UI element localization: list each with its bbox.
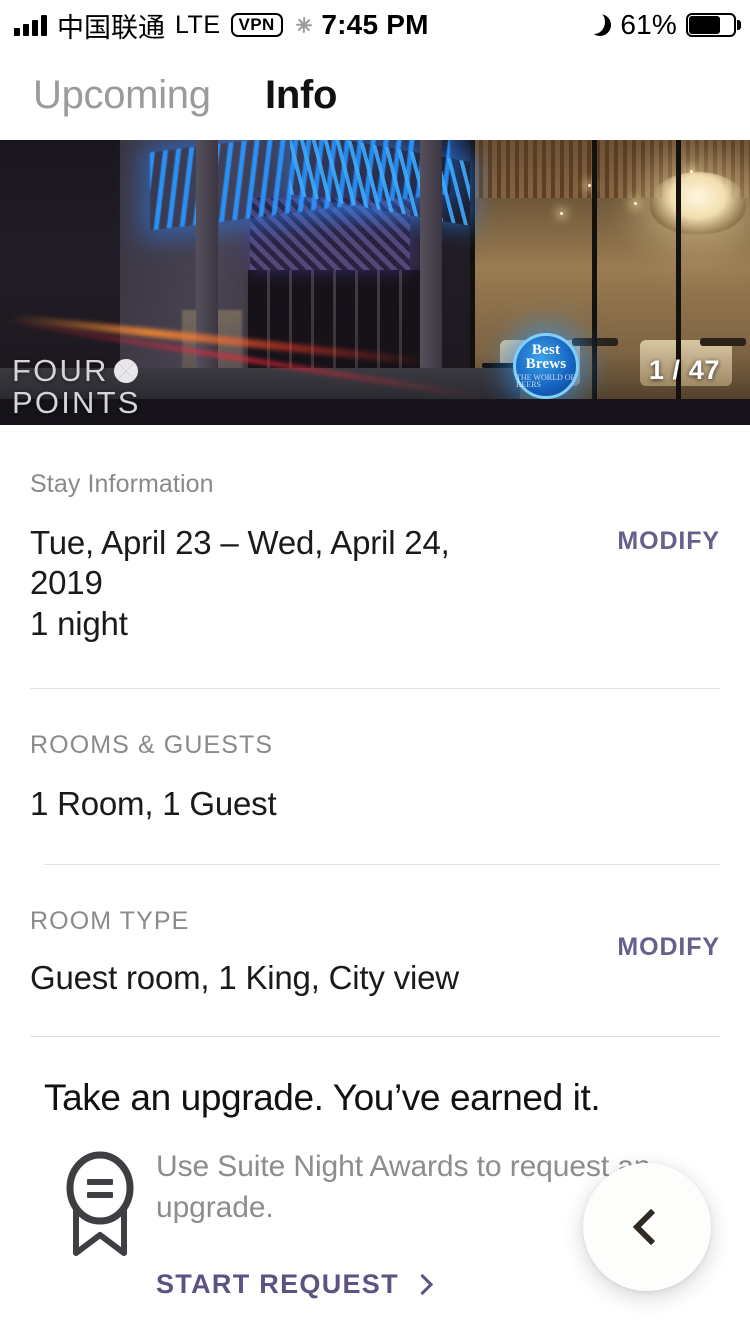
hotel-hero-image[interactable]: Best Brews THE WORLD OF BEERS FOUR POINT… [0,140,750,425]
tab-info[interactable]: Info [265,50,337,140]
modify-dates-button[interactable]: MODIFY [617,527,720,556]
photo-counter: 1 / 47 [648,355,720,385]
room-type-section: ROOM TYPE Guest room, 1 King, City view … [0,865,750,998]
four-points-logo: FOUR POINTS [12,353,143,420]
battery-percent-label: 61% [620,9,677,40]
status-bar: 中国联通 LTE VPN 7:45 PM 61% [0,0,750,50]
chevron-left-icon [632,1208,670,1246]
pinwheel-icon [108,353,143,388]
sign-line-2: Brews [525,356,567,373]
tab-upcoming[interactable]: Upcoming [33,50,211,140]
brand-line-2: POINTS [12,384,141,420]
stay-information-label: Stay Information [30,470,214,498]
tab-bar: Upcoming Info [0,50,750,180]
brand-line-1: FOUR [12,353,109,388]
room-type-label: ROOM TYPE [30,907,190,935]
clock-label: 7:45 PM [321,9,429,40]
floating-back-button[interactable] [583,1163,711,1291]
app-screen: 中国联通 LTE VPN 7:45 PM 61% Upcoming Info B… [0,0,750,1334]
status-bar-right: 61% [583,0,741,50]
moon-icon [583,10,612,36]
stay-information-section: Stay Information Tue, April 23 – Wed, Ap… [0,425,750,644]
stay-nights-value: 1 night [30,604,128,642]
sign-line-1: Best [531,342,561,359]
start-request-label: START REQUEST [156,1268,399,1299]
battery-icon [686,13,741,37]
sign-tagline: THE WORLD OF BEERS [516,372,575,390]
modify-room-type-button[interactable]: MODIFY [617,933,720,962]
best-brews-sign: Best Brews THE WORLD OF BEERS [513,333,579,399]
room-type-value: Guest room, 1 King, City view [30,959,459,996]
rooms-guests-section: ROOMS & GUESTS 1 Room, 1 Guest [0,689,750,824]
upgrade-title: Take an upgrade. You’ve earned it. [44,1077,601,1119]
stay-dates-value: Tue, April 23 – Wed, April 24, 2019 [30,524,450,602]
start-request-button[interactable]: START REQUEST [156,1268,434,1300]
chevron-right-icon [411,1273,434,1295]
rooms-guests-value: 1 Room, 1 Guest [30,784,277,822]
rooms-guests-label: ROOMS & GUESTS [30,730,274,759]
award-ribbon-icon [44,1147,156,1300]
